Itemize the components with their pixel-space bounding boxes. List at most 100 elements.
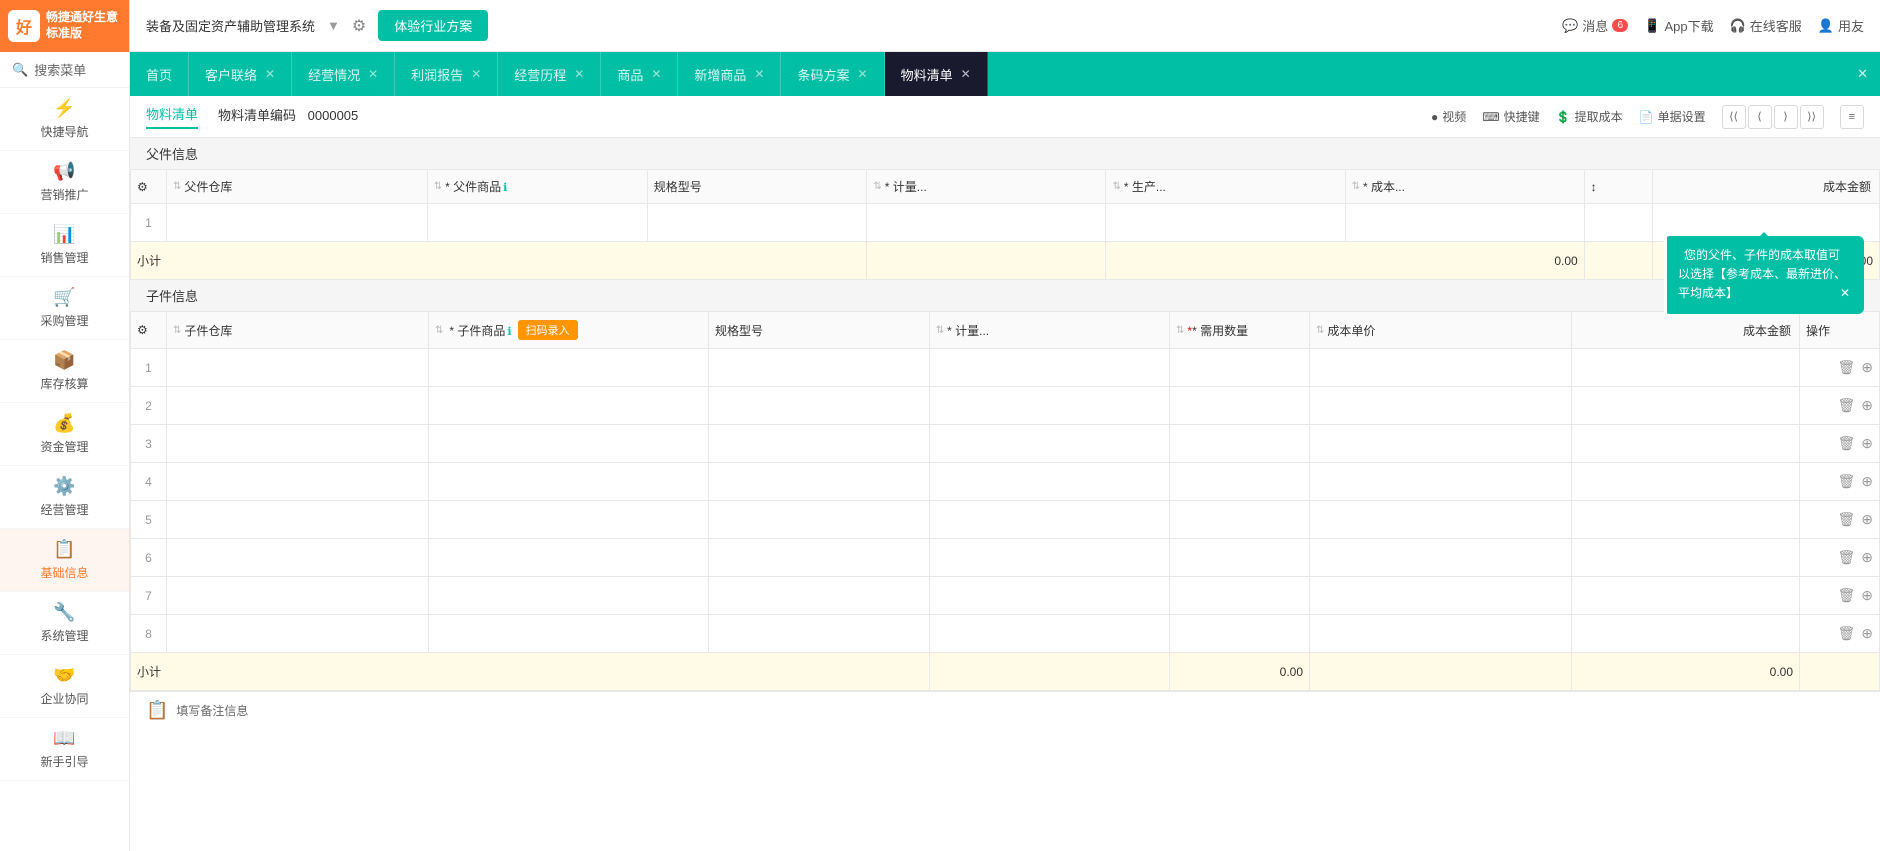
dropdown-icon[interactable]: ▼ <box>327 18 340 33</box>
nav-last[interactable]: ⟩⟩ <box>1800 105 1824 129</box>
child-cost-amount-cell[interactable] <box>1571 387 1799 425</box>
tab-goods[interactable]: 商品 ✕ <box>601 52 678 96</box>
child-unit-cost-cell[interactable] <box>1310 425 1572 463</box>
subtab-bom-code[interactable]: 物料清单编码 0000005 <box>218 105 358 128</box>
tab-customers-close[interactable]: ✕ <box>265 67 275 81</box>
child-sort-icon[interactable]: ⇅ <box>173 325 181 336</box>
app-download-action[interactable]: 📱 App下载 <box>1644 16 1713 35</box>
child-qty-cell[interactable] <box>1170 577 1310 615</box>
sidebar-item-marketing[interactable]: 📢 营销推广 <box>0 151 129 214</box>
child-warehouse-cell[interactable] <box>167 615 429 653</box>
tab-barcode-close[interactable]: ✕ <box>858 67 868 81</box>
copy-icon[interactable]: ⊕ <box>1861 625 1873 642</box>
child-qty-cell[interactable] <box>1170 539 1310 577</box>
shortcut-action[interactable]: ⌨ 快捷键 <box>1482 108 1539 125</box>
sidebar-item-inventory[interactable]: 📦 库存核算 <box>0 340 129 403</box>
child-goods-cell[interactable] <box>428 349 708 387</box>
child-unit-cell[interactable] <box>929 577 1169 615</box>
child-qty-cell[interactable] <box>1170 349 1310 387</box>
child-warehouse-cell[interactable] <box>167 539 429 577</box>
child-spec-cell[interactable] <box>708 615 929 653</box>
child-qty-cell[interactable] <box>1170 463 1310 501</box>
sort-icon[interactable]: ⇅ <box>173 181 181 192</box>
child-warehouse-cell[interactable] <box>167 425 429 463</box>
tab-operations-stat[interactable]: 经营情况 ✕ <box>292 52 395 96</box>
delete-icon[interactable]: 🗑 <box>1837 359 1855 376</box>
copy-icon[interactable]: ⊕ <box>1861 587 1873 604</box>
sidebar-item-finance[interactable]: 💰 资金管理 <box>0 403 129 466</box>
child-cost-amount-cell[interactable] <box>1571 539 1799 577</box>
single-settings-action[interactable]: 📄 单据设置 <box>1639 108 1706 125</box>
tab-new-goods-close[interactable]: ✕ <box>754 67 764 81</box>
child-unit-cost-cell[interactable] <box>1310 463 1572 501</box>
sort-icon3[interactable]: ⇅ <box>873 181 881 192</box>
child-spec-cell[interactable] <box>708 387 929 425</box>
message-action[interactable]: 💬 消息 6 <box>1562 16 1628 35</box>
child-sort-icon3[interactable]: ⇅ <box>936 325 944 336</box>
tab-goods-close[interactable]: ✕ <box>651 67 661 81</box>
settings-icon[interactable]: ⚙ <box>352 16 366 36</box>
child-unit-cell[interactable] <box>929 387 1169 425</box>
sort-icon2[interactable]: ⇅ <box>434 181 442 192</box>
child-unit-cost-cell[interactable] <box>1310 349 1572 387</box>
nav-first[interactable]: ⟨⟨ <box>1722 105 1746 129</box>
child-spec-cell[interactable] <box>708 349 929 387</box>
child-qty-cell[interactable] <box>1170 615 1310 653</box>
parent-warehouse-cell[interactable] <box>167 204 428 242</box>
child-warehouse-cell[interactable] <box>167 349 429 387</box>
child-goods-cell[interactable] <box>428 387 708 425</box>
child-spec-cell[interactable] <box>708 425 929 463</box>
tab-bom[interactable]: 物料清单 ✕ <box>885 52 988 96</box>
parent-col-settings[interactable]: ⚙ <box>131 170 167 204</box>
grid-view-btn[interactable]: ≡ <box>1840 105 1864 129</box>
sidebar-item-operations[interactable]: ⚙️ 经营管理 <box>0 466 129 529</box>
child-sort-icon4[interactable]: ⇅ <box>1176 325 1184 336</box>
parent-cost-cell[interactable] <box>1345 204 1584 242</box>
child-cost-amount-cell[interactable] <box>1571 349 1799 387</box>
online-service-action[interactable]: 🎧 在线客服 <box>1730 16 1802 35</box>
tab-history[interactable]: 经营历程 ✕ <box>498 52 601 96</box>
child-unit-cell[interactable] <box>929 539 1169 577</box>
parent-production-cell[interactable] <box>1106 204 1345 242</box>
parent-unit-cell[interactable] <box>867 204 1106 242</box>
child-unit-cell[interactable] <box>929 349 1169 387</box>
child-qty-cell[interactable] <box>1170 387 1310 425</box>
child-goods-cell[interactable] <box>428 501 708 539</box>
child-unit-cost-cell[interactable] <box>1310 387 1572 425</box>
copy-icon[interactable]: ⊕ <box>1861 473 1873 490</box>
child-unit-cell[interactable] <box>929 501 1169 539</box>
child-spec-cell[interactable] <box>708 463 929 501</box>
search-menu[interactable]: 🔍 搜索菜单 <box>0 52 129 88</box>
delete-icon[interactable]: 🗑 <box>1837 625 1855 642</box>
delete-icon[interactable]: 🗑 <box>1837 549 1855 566</box>
child-warehouse-cell[interactable] <box>167 501 429 539</box>
child-cost-amount-cell[interactable] <box>1571 615 1799 653</box>
sidebar-item-quick-nav[interactable]: ⚡ 快捷导航 <box>0 88 129 151</box>
child-spec-cell[interactable] <box>708 539 929 577</box>
view-action[interactable]: ● 视频 <box>1431 108 1466 125</box>
delete-icon[interactable]: 🗑 <box>1837 473 1855 490</box>
tab-new-goods[interactable]: 新增商品 ✕ <box>678 52 781 96</box>
child-qty-cell[interactable] <box>1170 425 1310 463</box>
extract-cost-action[interactable]: 💲 提取成本 <box>1556 108 1623 125</box>
tab-profit[interactable]: 利润报告 ✕ <box>395 52 498 96</box>
tooltip-close-button[interactable]: ✕ <box>1840 284 1850 303</box>
child-unit-cell[interactable] <box>929 463 1169 501</box>
child-goods-cell[interactable] <box>428 463 708 501</box>
child-spec-cell[interactable] <box>708 577 929 615</box>
tab-history-close[interactable]: ✕ <box>574 67 584 81</box>
copy-icon[interactable]: ⊕ <box>1861 511 1873 528</box>
tab-bom-close[interactable]: ✕ <box>961 67 971 81</box>
copy-icon[interactable]: ⊕ <box>1861 549 1873 566</box>
copy-icon[interactable]: ⊕ <box>1861 359 1873 376</box>
delete-icon[interactable]: 🗑 <box>1837 587 1855 604</box>
sort-icon4[interactable]: ⇅ <box>1112 181 1120 192</box>
tab-customers[interactable]: 客户联络 ✕ <box>189 52 292 96</box>
child-cost-amount-cell[interactable] <box>1571 501 1799 539</box>
tab-operations-stat-close[interactable]: ✕ <box>368 67 378 81</box>
child-unit-cost-cell[interactable] <box>1310 615 1572 653</box>
child-warehouse-cell[interactable] <box>167 387 429 425</box>
child-unit-cost-cell[interactable] <box>1310 577 1572 615</box>
child-unit-cell[interactable] <box>929 615 1169 653</box>
child-cost-amount-cell[interactable] <box>1571 425 1799 463</box>
